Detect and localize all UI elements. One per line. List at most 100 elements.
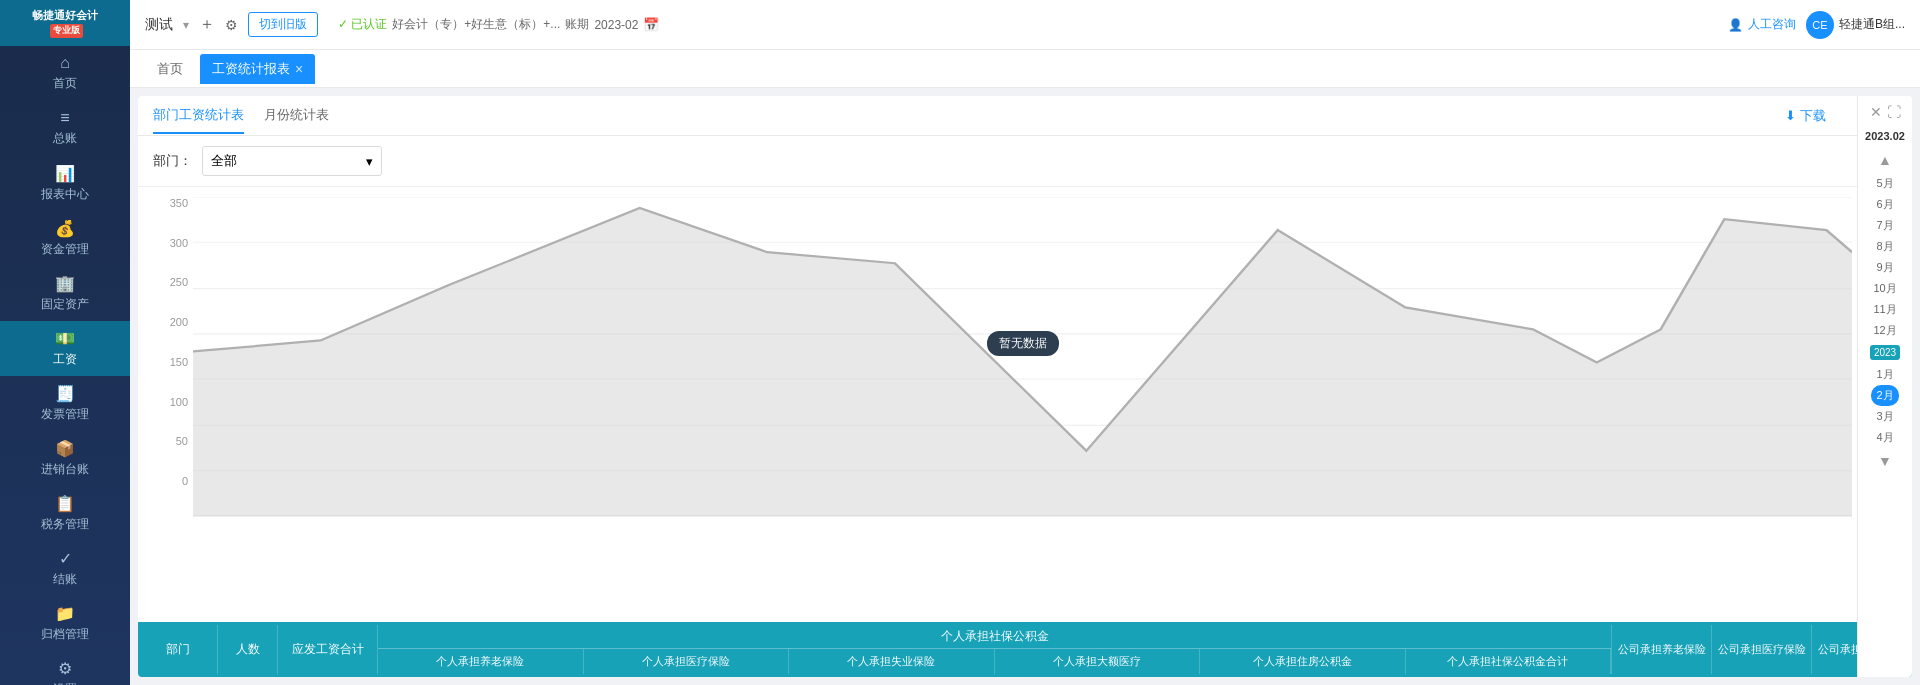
add-button[interactable]: ＋ [199, 14, 215, 35]
th-total-wage: 应发工资合计 [278, 625, 378, 673]
th-personal-major-medical: 个人承担大额医疗 [995, 649, 1201, 673]
reports-icon: 📊 [55, 164, 75, 183]
th-dept: 部门 [138, 625, 218, 673]
th-personal-items: 个人承担养老保险 个人承担医疗保险 个人承担失业保险 个人承担大额医疗 个人承担… [378, 649, 1611, 673]
tab-home[interactable]: 首页 [145, 54, 195, 84]
month-item-2-1月[interactable]: 1月 [1871, 364, 1898, 385]
month-item-5月[interactable]: 5月 [1868, 173, 1901, 194]
y-label-100: 100 [170, 396, 188, 408]
sidebar-item-sales[interactable]: 📦 进销台账 [0, 431, 130, 486]
help-button[interactable]: 👤 人工咨询 [1728, 16, 1796, 33]
status-area: ✓ 已认证 好会计（专）+好生意（标）+... 账期 2023-02 📅 [338, 16, 659, 33]
sidebar-item-home[interactable]: ⌂ 首页 [0, 46, 130, 101]
month-item-2-4月[interactable]: 4月 [1871, 427, 1898, 448]
subtab-dept[interactable]: 部门工资统计表 [153, 98, 244, 134]
funds-icon: 💰 [55, 219, 75, 238]
month-item-8月[interactable]: 8月 [1868, 236, 1901, 257]
company-dropdown-icon[interactable]: ▾ [183, 18, 189, 32]
panel-expand-icon[interactable]: ⛶ [1887, 104, 1901, 120]
assets-icon: 🏢 [55, 274, 75, 293]
edition-badge: 专业版 [50, 24, 83, 38]
sidebar-item-settings[interactable]: ⚙ 设置 [0, 651, 130, 685]
month-item-2-2月[interactable]: 2月 [1871, 385, 1898, 406]
assets-label: 固定资产 [41, 296, 89, 313]
tab-salary-report-label: 工资统计报表 [212, 60, 290, 78]
sidebar-item-funds[interactable]: 💰 资金管理 [0, 211, 130, 266]
tab-salary-report[interactable]: 工资统计报表 × [200, 54, 315, 84]
username: 轻捷通B组... [1839, 16, 1905, 33]
home-label: 首页 [53, 75, 77, 92]
avatar: CE [1806, 11, 1834, 39]
tab-bar: 首页 工资统计报表 × [130, 50, 1920, 88]
tab-close-icon[interactable]: × [295, 61, 303, 77]
reports-label: 报表中心 [41, 186, 89, 203]
sidebar-item-invoice[interactable]: 🧾 发票管理 [0, 376, 130, 431]
subtab-month[interactable]: 月份统计表 [264, 98, 329, 134]
th-company-pension: 公司承担养老保险 [1612, 625, 1712, 673]
month-item-12月[interactable]: 12月 [1868, 320, 1901, 341]
sidebar-item-assets[interactable]: 🏢 固定资产 [0, 266, 130, 321]
dept-select[interactable]: 全部 ▾ [202, 146, 382, 176]
month-item-9月[interactable]: 9月 [1868, 257, 1901, 278]
settings-icon: ⚙ [58, 659, 72, 678]
company-name: 测试 [145, 16, 173, 34]
area-path [193, 208, 1852, 516]
tax-label: 税务管理 [41, 516, 89, 533]
month-item-10月[interactable]: 10月 [1868, 278, 1901, 299]
year-label: 2023.02 [1860, 125, 1910, 147]
help-icon: 👤 [1728, 18, 1743, 32]
sidebar-item-salary[interactable]: 💵 工资 [0, 321, 130, 376]
th-personal-unemployment: 个人承担失业保险 [789, 649, 995, 673]
sales-label: 进销台账 [41, 461, 89, 478]
y-label-150: 150 [170, 356, 188, 368]
invoice-label: 发票管理 [41, 406, 89, 423]
panel-close-icon[interactable]: ✕ [1870, 104, 1882, 120]
panel-controls: ✕ ⛶ [1867, 101, 1904, 123]
th-headcount: 人数 [218, 625, 278, 673]
ledger-icon: ≡ [60, 109, 69, 127]
calendar-icon[interactable]: 📅 [643, 17, 659, 32]
chart-area: 350 300 250 200 150 100 50 0 [138, 187, 1912, 677]
y-label-200: 200 [170, 316, 188, 328]
settings-icon[interactable]: ⚙ [225, 17, 238, 33]
sidebar-item-tax[interactable]: 📋 税务管理 [0, 486, 130, 541]
y-label-50: 50 [176, 435, 188, 447]
certified-status: ✓ 已认证 [338, 16, 387, 33]
download-button[interactable]: ⬇ 下载 [1785, 107, 1826, 125]
ledger-label: 总账 [53, 130, 77, 147]
product-tags: 好会计（专）+好生意（标）+... [392, 16, 560, 33]
th-company-medical: 公司承担医疗保险 [1712, 625, 1812, 673]
month-item-11月[interactable]: 11月 [1868, 299, 1901, 320]
sidebar-item-archive[interactable]: 📁 归档管理 [0, 596, 130, 651]
sidebar-item-close[interactable]: ✓ 结账 [0, 541, 130, 596]
archive-label: 归档管理 [41, 626, 89, 643]
month-item-2-3月[interactable]: 3月 [1871, 406, 1898, 427]
app-name: 畅捷通好会计 专业版 [32, 8, 98, 38]
period-value: 2023-02 [594, 18, 638, 32]
sidebar-item-ledger[interactable]: ≡ 总账 [0, 101, 130, 156]
logo: 畅捷通好会计 专业版 [0, 0, 130, 46]
sidebar-item-reports[interactable]: 📊 报表中心 [0, 156, 130, 211]
close-label: 结账 [53, 571, 77, 588]
panel-up-arrow-icon[interactable]: ▲ [1875, 149, 1895, 171]
sales-icon: 📦 [55, 439, 75, 458]
th-personal-group-header: 个人承担社保公积金 [378, 625, 1611, 649]
month-item-6月[interactable]: 6月 [1868, 194, 1901, 215]
topbar: 测试 ▾ ＋ ⚙ 切到旧版 ✓ 已认证 好会计（专）+好生意（标）+... 账期… [130, 0, 1920, 50]
y-label-0: 0 [182, 475, 188, 487]
user-menu[interactable]: CE 轻捷通B组... [1806, 11, 1905, 39]
salary-label: 工资 [53, 351, 77, 368]
salary-icon: 💵 [55, 329, 75, 348]
download-icon: ⬇ [1785, 108, 1796, 123]
th-personal-medical: 个人承担医疗保险 [584, 649, 790, 673]
period-label: 账期 [565, 16, 589, 33]
th-personal-pension: 个人承担养老保险 [378, 649, 584, 673]
right-date-panel: ✕ ⛶ 2023.02 ▲ 5月6月7月8月9月10月11月12月 2023 1… [1857, 96, 1912, 677]
y-label-250: 250 [170, 276, 188, 288]
classic-mode-button[interactable]: 切到旧版 [248, 12, 318, 37]
dept-filter-label: 部门： [153, 152, 192, 170]
month-item-7月[interactable]: 7月 [1868, 215, 1901, 236]
panel-down-arrow-icon[interactable]: ▼ [1875, 450, 1895, 472]
close-icon: ✓ [59, 549, 72, 568]
y-label-350: 350 [170, 197, 188, 209]
